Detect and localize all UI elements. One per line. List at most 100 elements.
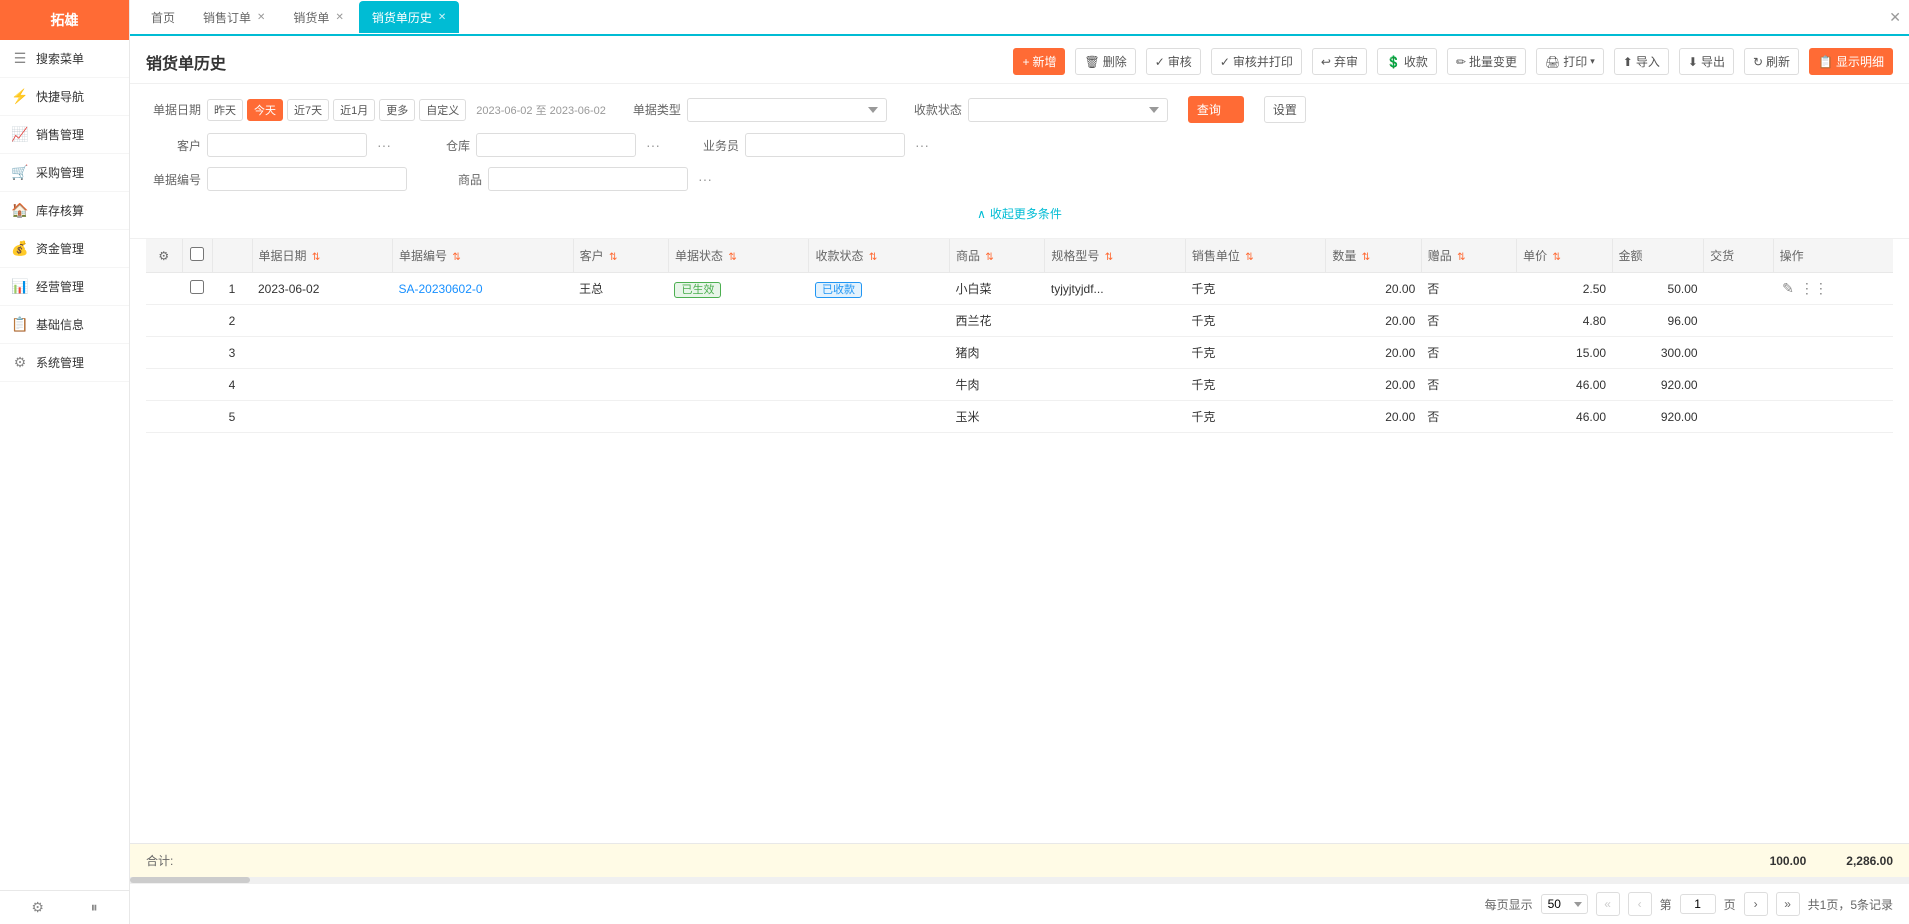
date-btn-1month[interactable]: 近1月 — [333, 99, 375, 121]
th-gift[interactable]: 赠品 ⇅ — [1421, 239, 1516, 273]
doc-type-select[interactable] — [687, 98, 887, 122]
td-settings-1 — [146, 305, 182, 337]
audit-button[interactable]: ✓ 审核 — [1146, 48, 1201, 75]
th-settings[interactable]: ⚙ — [146, 239, 182, 273]
tab-home[interactable]: 首页 — [138, 1, 188, 33]
th-price[interactable]: 单价 ⇅ — [1517, 239, 1612, 273]
edit-btn[interactable]: ✎ — [1779, 280, 1797, 296]
page-input[interactable] — [1680, 894, 1716, 914]
th-goods[interactable]: 商品 ⇅ — [949, 239, 1044, 273]
import-button[interactable]: ⬆ 导入 — [1614, 48, 1669, 75]
sidebar-settings-icon[interactable]: ⚙ — [28, 899, 47, 916]
td-price-0: 2.50 — [1517, 273, 1612, 305]
select-all-checkbox[interactable] — [190, 247, 204, 261]
warehouse-input[interactable] — [476, 133, 636, 157]
date-btn-more[interactable]: 更多 — [379, 99, 415, 121]
page-header: 销货单历史 + 新增 🗑 删除 ✓ 审核 ✓ 审核并打印 — [130, 36, 1909, 84]
collect-status-select[interactable] — [968, 98, 1168, 122]
sidebar-item-finance[interactable]: 💰 资金管理 — [0, 230, 129, 268]
td-doc-status-0: 已生效 — [668, 273, 809, 305]
goods-input[interactable] — [488, 167, 688, 191]
doc-num-link-0[interactable]: SA-20230602-0 — [399, 282, 483, 296]
sidebar-item-operation[interactable]: 📊 经营管理 — [0, 268, 129, 306]
sidebar-item-system[interactable]: ⚙ 系统管理 — [0, 344, 129, 382]
td-date-2 — [252, 337, 393, 369]
customer-dots-btn[interactable]: ··· — [373, 135, 395, 155]
audit-print-button[interactable]: ✓ 审核并打印 — [1211, 48, 1302, 75]
date-btn-custom[interactable]: 自定义 — [419, 99, 466, 121]
prev-page-btn[interactable]: ‹ — [1628, 892, 1652, 916]
staff-input[interactable] — [745, 133, 905, 157]
sidebar-item-label: 采购管理 — [36, 164, 84, 181]
row-checkbox[interactable] — [190, 280, 204, 294]
sidebar-item-quick-nav[interactable]: ⚡ 快捷导航 — [0, 78, 129, 116]
td-date-4 — [252, 401, 393, 433]
next-page-btn[interactable]: › — [1744, 892, 1768, 916]
td-unit-2: 千克 — [1185, 337, 1326, 369]
add-button[interactable]: + 新增 — [1013, 48, 1065, 75]
first-page-btn[interactable]: « — [1596, 892, 1620, 916]
sidebar-item-basic[interactable]: 📋 基础信息 — [0, 306, 129, 344]
tab-sales-goods[interactable]: 销货单 ✕ — [280, 1, 356, 33]
batch-change-button[interactable]: ✏ 批量变更 — [1447, 48, 1526, 75]
td-qty-1: 20.00 — [1326, 305, 1421, 337]
th-price-label: 单价 — [1523, 249, 1547, 263]
settings-filter-button[interactable]: 设置 — [1264, 96, 1306, 123]
last-page-btn[interactable]: » — [1776, 892, 1800, 916]
main-table: ⚙ 单据日期 ⇅ 单据编号 ⇅ — [146, 239, 1893, 433]
date-btn-today[interactable]: 今天 — [247, 99, 283, 121]
settings-filter-label: 设置 — [1273, 101, 1297, 118]
more-btn[interactable]: ⋮⋮ — [1797, 280, 1831, 296]
th-doc-status[interactable]: 单据状态 ⇅ — [668, 239, 809, 273]
abandon-button[interactable]: ↩ 弃审 — [1312, 48, 1367, 75]
th-unit[interactable]: 销售单位 ⇅ — [1185, 239, 1326, 273]
date-btn-7days[interactable]: 近7天 — [287, 99, 329, 121]
td-num-2: 3 — [212, 337, 252, 369]
customer-input[interactable] — [207, 133, 367, 157]
footer-label: 合计: — [146, 852, 173, 869]
query-button[interactable]: 查询 — [1188, 96, 1244, 123]
td-doc-num-4 — [393, 401, 574, 433]
warehouse-dots-btn[interactable]: ··· — [642, 135, 664, 155]
show-detail-label: 显示明细 — [1836, 53, 1884, 70]
per-page-select[interactable]: 50 10 20 100 — [1541, 894, 1588, 914]
th-collect-status[interactable]: 收款状态 ⇅ — [809, 239, 950, 273]
tab-sales-goods-close[interactable]: ✕ — [335, 13, 343, 23]
sidebar-item-sales[interactable]: 📈 销售管理 — [0, 116, 129, 154]
th-qty[interactable]: 数量 ⇅ — [1326, 239, 1421, 273]
th-customer[interactable]: 客户 ⇅ — [573, 239, 668, 273]
print-button[interactable]: 🖨 打印 ▾ — [1536, 48, 1604, 75]
tab-sales-order[interactable]: 销售订单 ✕ — [190, 1, 278, 33]
delete-button[interactable]: 🗑 删除 — [1075, 48, 1135, 75]
td-trade-1 — [1704, 305, 1774, 337]
refresh-button[interactable]: ↻ 刷新 — [1744, 48, 1799, 75]
th-spec[interactable]: 规格型号 ⇅ — [1045, 239, 1186, 273]
sidebar-item-search[interactable]: ☰ 搜索菜单 — [0, 40, 129, 78]
sidebar-item-purchase[interactable]: 🛒 采购管理 — [0, 154, 129, 192]
tab-sales-history-close[interactable]: ✕ — [438, 13, 446, 23]
audit-print-label: 审核并打印 — [1233, 53, 1293, 70]
sidebar-item-inventory[interactable]: 🏠 库存核算 — [0, 192, 129, 230]
collect-label: 收款 — [1404, 53, 1428, 70]
show-detail-button[interactable]: 📋 显示明细 — [1809, 48, 1893, 75]
th-doc-num[interactable]: 单据编号 ⇅ — [393, 239, 574, 273]
doc-num-input[interactable] — [207, 167, 407, 191]
sidebar-pause-icon[interactable]: ⏸ — [88, 899, 101, 916]
th-gift-label: 赠品 — [1428, 249, 1452, 263]
goods-dots-btn[interactable]: ··· — [694, 169, 716, 189]
staff-dots-btn[interactable]: ··· — [911, 135, 933, 155]
filter-more-btn[interactable]: ∧ 收起更多条件 — [973, 201, 1066, 226]
td-num-0: 1 — [212, 273, 252, 305]
collect-button[interactable]: 💲 收款 — [1377, 48, 1437, 75]
th-date[interactable]: 单据日期 ⇅ — [252, 239, 393, 273]
batch-change-icon: ✏ — [1456, 55, 1466, 69]
filter-row-2: 客户 ··· 仓库 ··· 业务员 ··· — [146, 133, 1893, 157]
td-collect-status-4 — [809, 401, 950, 433]
tab-bar-close-icon[interactable]: ✕ — [1889, 9, 1901, 26]
footer-total-amount: 2,286.00 — [1846, 854, 1893, 868]
export-button[interactable]: ⬇ 导出 — [1679, 48, 1734, 75]
date-btn-yesterday[interactable]: 昨天 — [207, 99, 243, 121]
refresh-label: 刷新 — [1766, 53, 1790, 70]
tab-sales-history[interactable]: 销货单历史 ✕ — [359, 1, 459, 33]
tab-sales-order-close[interactable]: ✕ — [257, 13, 265, 23]
